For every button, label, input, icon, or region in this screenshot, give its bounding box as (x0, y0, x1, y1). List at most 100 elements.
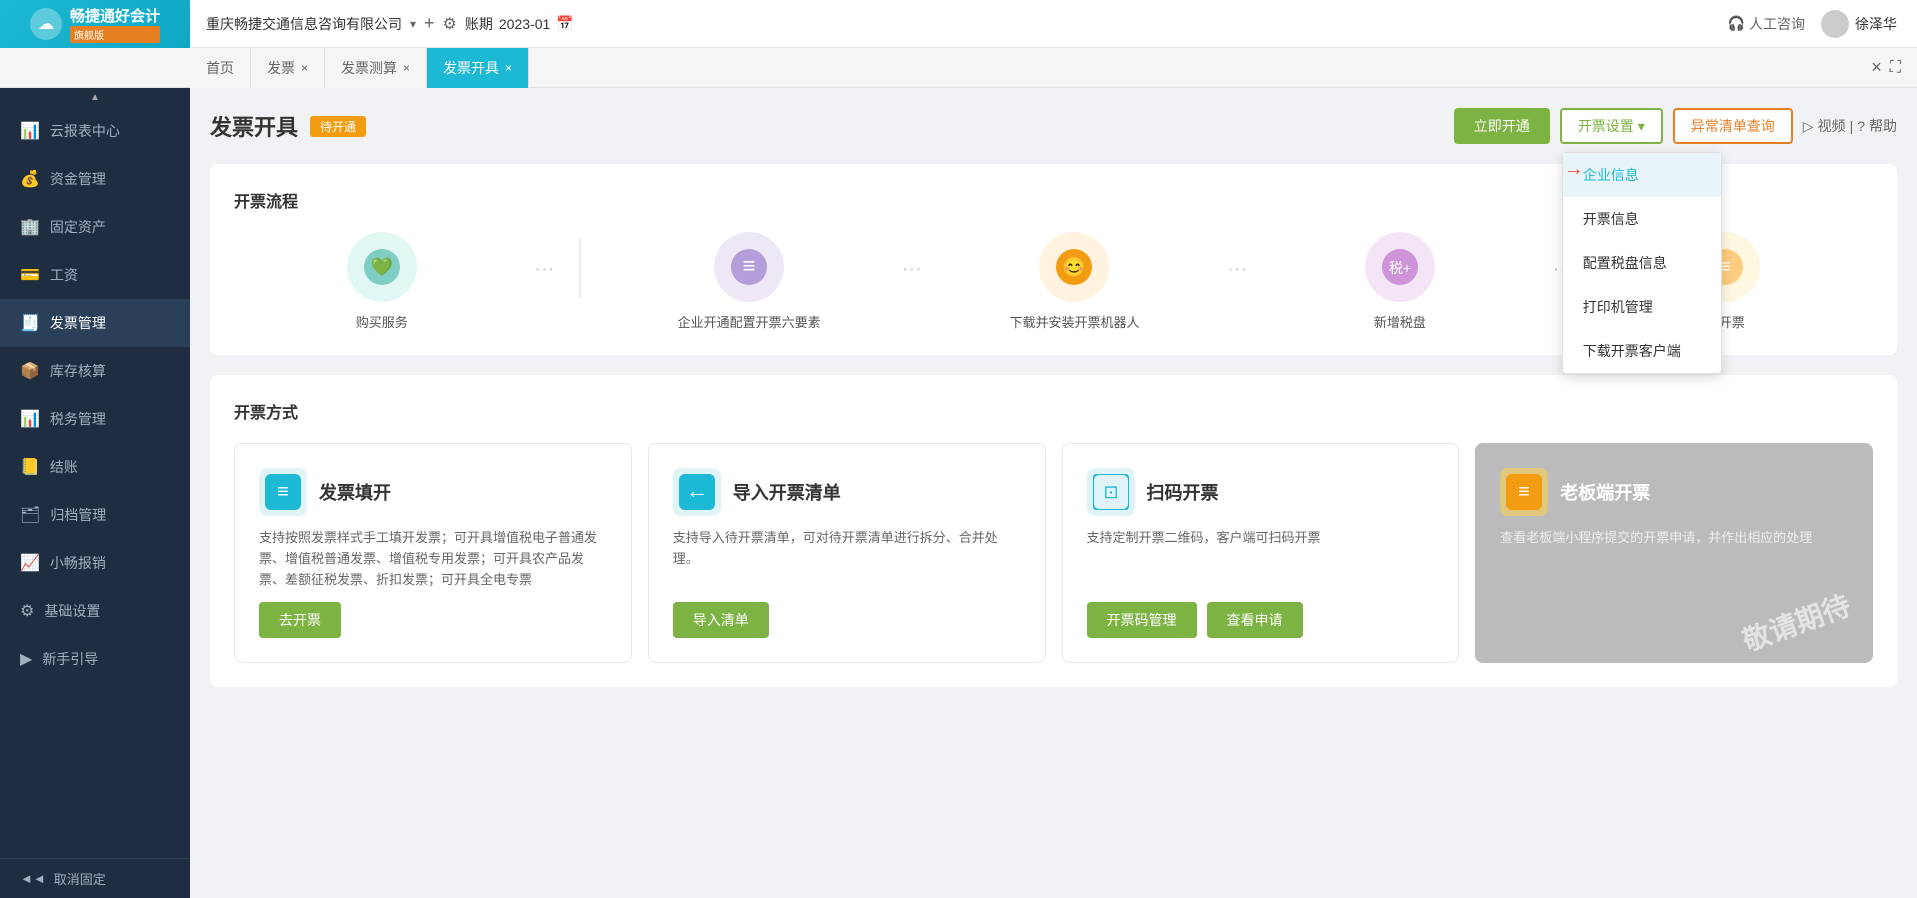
tab-home[interactable]: 首页 (190, 48, 251, 88)
headset-icon: 🎧 (1728, 15, 1745, 32)
method-fill-header: ≡ 发票填开 (259, 468, 607, 516)
page-header: 发票开具 待开通 立即开通 开票设置 ▾ 异常清单查询 ▷ 视频 | ? 帮助 (210, 108, 1897, 144)
method-fill-btn[interactable]: 去开票 (259, 602, 341, 638)
sidebar-item-report[interactable]: 📈 小畅报销 (0, 539, 190, 587)
chevron-down-icon: ▾ (1638, 118, 1645, 135)
svg-text:税+: 税+ (1389, 260, 1411, 276)
sidebar-item-invoice[interactable]: 🧾 发票管理 (0, 299, 190, 347)
logo-text-area: 畅捷通好会计 旗舰版 (70, 5, 160, 43)
settings-sidebar-icon: ⚙ (20, 601, 34, 621)
sidebar-item-settings[interactable]: ⚙ 基础设置 (0, 587, 190, 635)
method-fill-name: 发票填开 (319, 479, 391, 505)
maximize-icon[interactable]: ⛶ (1890, 59, 1901, 77)
tab-estimate-close[interactable]: × (403, 61, 410, 75)
method-scan-desc: 支持定制开票二维码，客户端可扫码开票 (1087, 528, 1435, 549)
question-icon: ? (1857, 118, 1865, 134)
tax-icon: 📊 (20, 409, 40, 429)
company-name[interactable]: 重庆畅捷交通信息咨询有限公司 (206, 14, 402, 34)
nav-tabs: 首页 发票 × 发票测算 × 发票开具 × × ⛶ (0, 48, 1917, 88)
method-import-btn[interactable]: 导入清单 (673, 602, 769, 638)
dropdown-item-invoice-info[interactable]: 开票信息 (1563, 197, 1721, 241)
method-import-footer: 导入清单 (673, 602, 1021, 638)
archive-icon: 🗂 (20, 505, 40, 525)
tab-issue[interactable]: 发票开具 × (427, 48, 529, 88)
step4-label: 新增税盘 (1374, 312, 1426, 331)
step3-icon: 😊 (1039, 232, 1109, 302)
close-window-icon[interactable]: × (1871, 57, 1882, 78)
cancel-pin-button[interactable]: ◄◄ 取消固定 (0, 859, 190, 898)
settings-button[interactable]: 开票设置 ▾ (1560, 108, 1663, 144)
dropdown-item-printer[interactable]: 打印机管理 (1563, 285, 1721, 329)
tab-invoice[interactable]: 发票 × (251, 48, 325, 88)
method-fill-desc: 支持按照发票样式手工填开发票；可开具增值税电子普通发票、增值税普通发票、增值税专… (259, 528, 607, 590)
methods-grid: ≡ 发票填开 支持按照发票样式手工填开发票；可开具增值税电子普通发票、增值税普通… (234, 443, 1873, 663)
page-actions: 立即开通 开票设置 ▾ 异常清单查询 ▷ 视频 | ? 帮助 企业信息 开票信息 (1454, 108, 1897, 144)
tab-estimate[interactable]: 发票测算 × (325, 48, 427, 88)
methods-section-title: 开票方式 (234, 399, 1873, 423)
svg-text:≡: ≡ (743, 253, 756, 278)
report-icon: 📈 (20, 553, 40, 573)
svg-text:😊: 😊 (1062, 256, 1087, 279)
invoice-icon: 🧾 (20, 313, 40, 333)
arrow-3: ··· (1222, 258, 1252, 281)
tab-invoice-close[interactable]: × (301, 61, 308, 75)
sidebar-item-cloud-report[interactable]: 📊 云报表中心 (0, 107, 190, 155)
exception-button[interactable]: 异常清单查询 (1673, 108, 1793, 144)
step4-icon: 税+ (1365, 232, 1435, 302)
logo-area: ☁ 畅捷通好会计 旗舰版 (0, 0, 190, 48)
tab-issue-close[interactable]: × (505, 61, 512, 75)
content-area: 发票开具 待开通 立即开通 开票设置 ▾ 异常清单查询 ▷ 视频 | ? 帮助 (190, 88, 1917, 898)
sidebar-item-wage[interactable]: 💳 工资 (0, 251, 190, 299)
guide-icon: ▶ (20, 649, 32, 669)
method-card-scan: ⊡ 扫码开票 支持定制开票二维码，客户端可扫码开票 开票码管理 查看申请 (1062, 443, 1460, 663)
process-step-3: 😊 下载并安装开票机器人 (927, 232, 1222, 331)
method-card-boss: ≡ 老板端开票 查看老板端小程序提交的开票申请，并作出相应的处理 敬请期待 (1475, 443, 1873, 663)
top-right: 🎧 人工咨询 徐泽华 (1708, 10, 1917, 38)
company-dropdown-icon[interactable]: ▾ (410, 17, 416, 31)
status-badge: 待开通 (310, 116, 366, 137)
method-fill-footer: 去开票 (259, 602, 607, 638)
sidebar-item-account[interactable]: 📒 结账 (0, 443, 190, 491)
dropdown-item-company-info[interactable]: 企业信息 (1563, 153, 1721, 197)
method-scan-btn2[interactable]: 查看申请 (1207, 602, 1303, 638)
sidebar-item-fund[interactable]: 💰 资金管理 (0, 155, 190, 203)
arrow-1: ··· (529, 258, 559, 281)
fund-icon: 💰 (20, 169, 40, 189)
user-info[interactable]: 徐泽华 (1821, 10, 1897, 38)
sidebar-item-stock[interactable]: 📦 库存核算 (0, 347, 190, 395)
logo-icon: ☁ (30, 8, 62, 40)
consult-button[interactable]: 🎧 人工咨询 (1728, 14, 1805, 34)
scroll-up-indicator: ▲ (0, 88, 190, 107)
sidebar-item-guide[interactable]: ▶ 新手引导 (0, 635, 190, 683)
settings-icon[interactable]: ⚙ (443, 14, 457, 34)
step3-label: 下载并安装开票机器人 (1009, 312, 1139, 331)
add-company-button[interactable]: + (424, 13, 435, 34)
account-icon: 📒 (20, 457, 40, 477)
video-button[interactable]: ▷ 视频 | ? 帮助 (1803, 116, 1897, 136)
method-import-icon: ← (673, 468, 721, 516)
sidebar: ▲ 📊 云报表中心 💰 资金管理 🏢 固定资产 💳 工资 🧾 发票管理 📦 库存… (0, 88, 190, 898)
methods-section: 开票方式 ≡ 发票填开 支持按照发票样式手工填开发票；可开具增值税电子普通发票、… (210, 375, 1897, 687)
svg-text:≡: ≡ (1518, 481, 1530, 503)
sidebar-item-tax[interactable]: 📊 税务管理 (0, 395, 190, 443)
method-boss-name: 老板端开票 (1560, 479, 1650, 505)
svg-text:≡: ≡ (277, 481, 289, 503)
method-scan-footer: 开票码管理 查看申请 (1087, 602, 1435, 638)
activate-button[interactable]: 立即开通 (1454, 108, 1550, 144)
method-scan-btn1[interactable]: 开票码管理 (1087, 602, 1197, 638)
method-scan-name: 扫码开票 (1147, 479, 1219, 505)
period-info: 账期 2023-01 📅 (465, 14, 574, 34)
method-import-name: 导入开票清单 (733, 479, 841, 505)
method-scan-icon: ⊡ (1087, 468, 1135, 516)
method-card-import: ← 导入开票清单 支持导入待开票清单，可对待开票清单进行拆分、合并处理。 导入清… (648, 443, 1046, 663)
main-layout: ▲ 📊 云报表中心 💰 资金管理 🏢 固定资产 💳 工资 🧾 发票管理 📦 库存… (0, 88, 1917, 898)
calendar-icon[interactable]: 📅 (556, 15, 573, 32)
app-title: 畅捷通好会计 (70, 5, 160, 26)
dropdown-item-tax-config[interactable]: 配置税盘信息 (1563, 241, 1721, 285)
sidebar-item-archive[interactable]: 🗂 归档管理 (0, 491, 190, 539)
dropdown-item-download-client[interactable]: 下载开票客户端 (1563, 329, 1721, 373)
method-import-header: ← 导入开票清单 (673, 468, 1021, 516)
settings-dropdown: 企业信息 开票信息 配置税盘信息 打印机管理 下载开票客户端 (1562, 152, 1722, 374)
sidebar-item-asset[interactable]: 🏢 固定资产 (0, 203, 190, 251)
method-boss-header: ≡ 老板端开票 (1500, 468, 1848, 516)
